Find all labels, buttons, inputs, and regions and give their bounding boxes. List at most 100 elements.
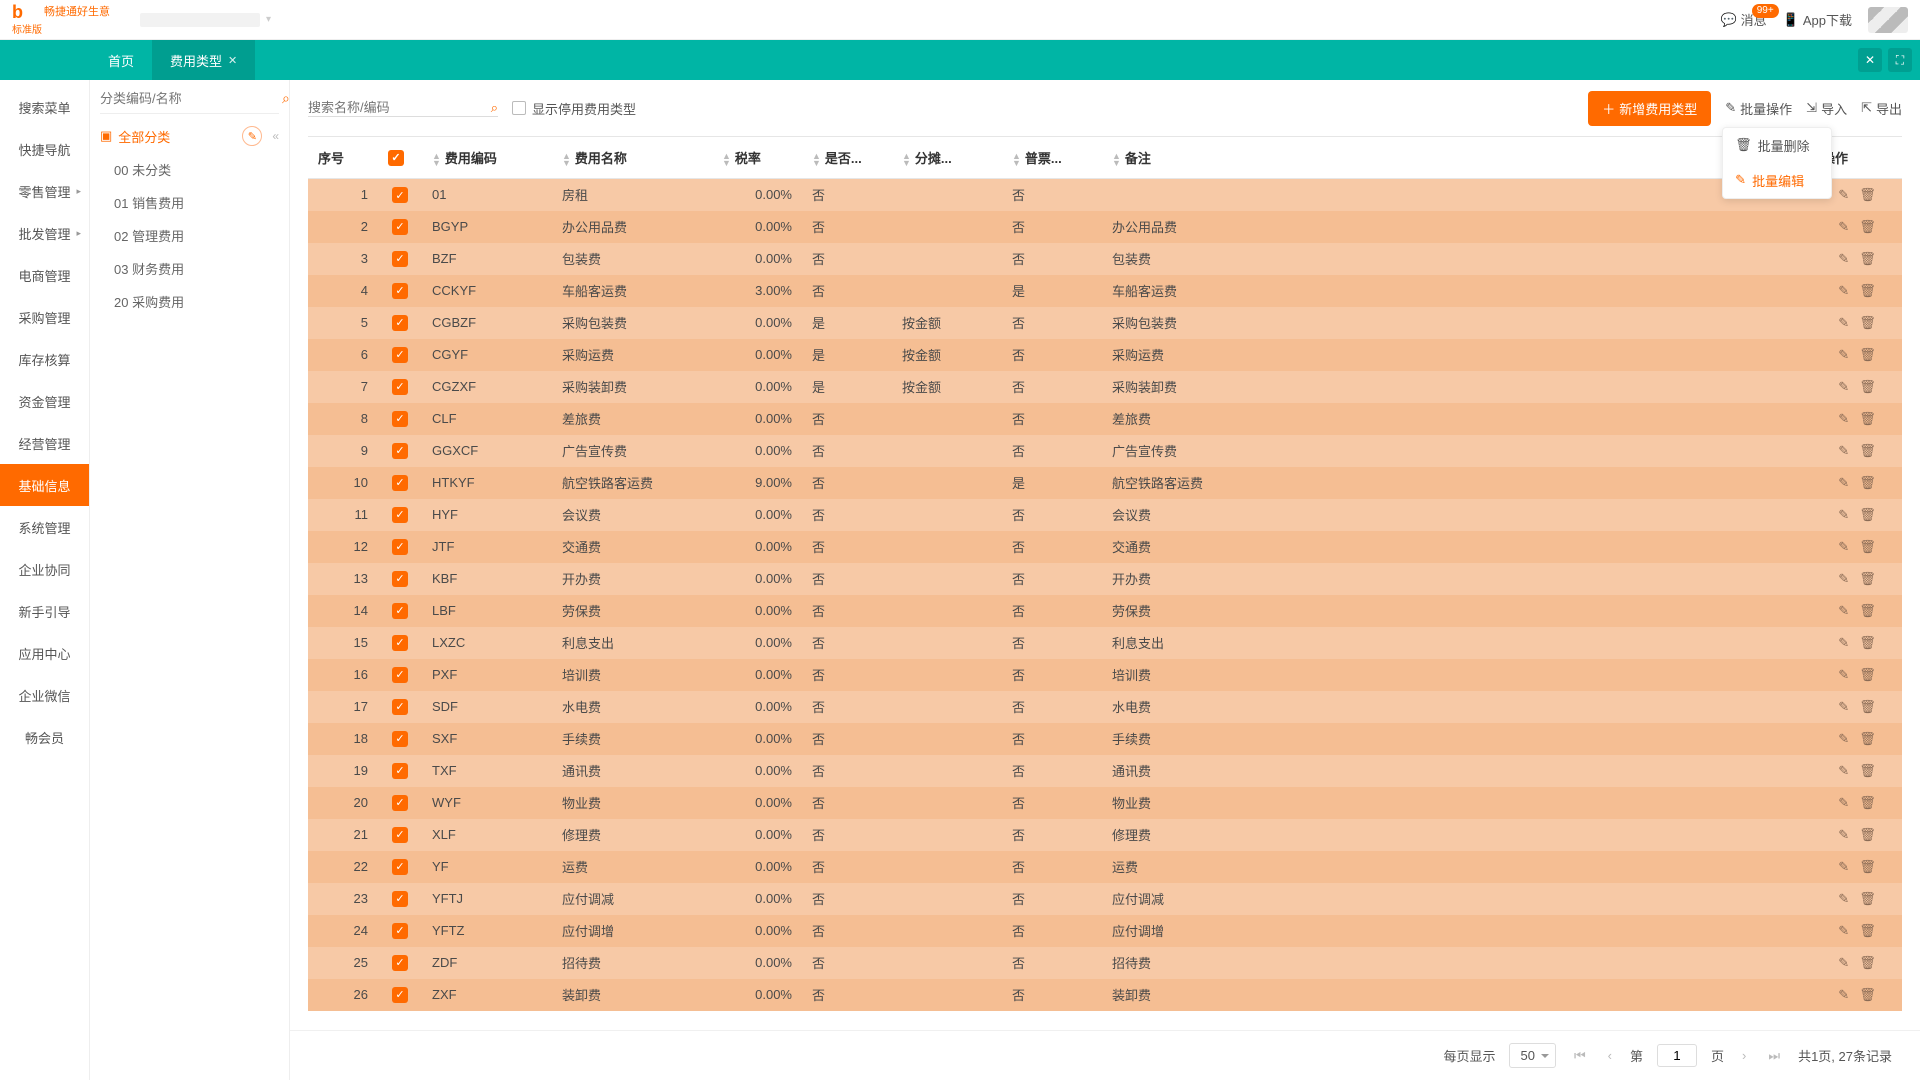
row-delete-button[interactable]: 🗑 bbox=[1859, 699, 1876, 715]
row-edit-button[interactable]: ✎ bbox=[1838, 667, 1849, 683]
category-search-input[interactable] bbox=[100, 91, 276, 106]
search-input[interactable] bbox=[308, 100, 485, 115]
row-edit-button[interactable]: ✎ bbox=[1838, 763, 1849, 779]
batch-actions-button[interactable]: ✎ 批量操作 bbox=[1725, 99, 1792, 118]
org-switcher[interactable]: ▾ bbox=[140, 13, 271, 27]
col-share[interactable]: ▲▼分摊... bbox=[892, 137, 1002, 179]
cell-checkbox[interactable]: ✓ bbox=[378, 531, 422, 563]
next-page-button[interactable]: › bbox=[1738, 1048, 1750, 1063]
row-edit-button[interactable]: ✎ bbox=[1838, 827, 1849, 843]
row-delete-button[interactable]: 🗑 bbox=[1859, 859, 1876, 875]
table-row[interactable]: 26✓ZXF装卸费0.00%否否装卸费✎🗑 bbox=[308, 979, 1902, 1011]
table-row[interactable]: 23✓YFTJ应付调减0.00%否否应付调减✎🗑 bbox=[308, 883, 1902, 915]
sidebar-item-10[interactable]: 系统管理 bbox=[0, 506, 89, 548]
table-row[interactable]: 14✓LBF劳保费0.00%否否劳保费✎🗑 bbox=[308, 595, 1902, 627]
sidebar-item-13[interactable]: 应用中心 bbox=[0, 632, 89, 674]
row-delete-button[interactable]: 🗑 bbox=[1859, 603, 1876, 619]
row-edit-button[interactable]: ✎ bbox=[1838, 315, 1849, 331]
row-delete-button[interactable]: 🗑 bbox=[1859, 763, 1876, 779]
cell-checkbox[interactable]: ✓ bbox=[378, 755, 422, 787]
table-row[interactable]: 7✓CGZXF采购装卸费0.00%是按金额否采购装卸费✎🗑 bbox=[308, 371, 1902, 403]
row-delete-button[interactable]: 🗑 bbox=[1859, 571, 1876, 587]
fullscreen-button[interactable]: ⛶ bbox=[1888, 48, 1912, 72]
table-row[interactable]: 25✓ZDF招待费0.00%否否招待费✎🗑 bbox=[308, 947, 1902, 979]
cell-checkbox[interactable]: ✓ bbox=[378, 435, 422, 467]
tab-expense-type[interactable]: 费用类型 ✕ bbox=[152, 40, 255, 80]
cell-checkbox[interactable]: ✓ bbox=[378, 915, 422, 947]
sidebar-item-3[interactable]: 批发管理▸ bbox=[0, 212, 89, 254]
row-delete-button[interactable]: 🗑 bbox=[1859, 187, 1876, 203]
table-row[interactable]: 17✓SDF水电费0.00%否否水电费✎🗑 bbox=[308, 691, 1902, 723]
category-item-4[interactable]: 20 采购费用 bbox=[110, 286, 279, 317]
close-icon[interactable]: ✕ bbox=[228, 54, 237, 67]
row-delete-button[interactable]: 🗑 bbox=[1859, 923, 1876, 939]
cell-checkbox[interactable]: ✓ bbox=[378, 691, 422, 723]
table-row[interactable]: 24✓YFTZ应付调增0.00%否否应付调增✎🗑 bbox=[308, 915, 1902, 947]
cell-checkbox[interactable]: ✓ bbox=[378, 307, 422, 339]
table-row[interactable]: 15✓LXZC利息支出0.00%否否利息支出✎🗑 bbox=[308, 627, 1902, 659]
row-delete-button[interactable]: 🗑 bbox=[1859, 539, 1876, 555]
row-delete-button[interactable]: 🗑 bbox=[1859, 635, 1876, 651]
category-all[interactable]: ▣ 全部分类 ✎ « bbox=[100, 126, 279, 146]
sidebar-item-1[interactable]: 快捷导航 bbox=[0, 128, 89, 170]
row-edit-button[interactable]: ✎ bbox=[1838, 187, 1849, 203]
last-page-button[interactable]: ⏭ bbox=[1764, 1048, 1784, 1064]
row-delete-button[interactable]: 🗑 bbox=[1859, 667, 1876, 683]
sidebar-item-5[interactable]: 采购管理 bbox=[0, 296, 89, 338]
row-edit-button[interactable]: ✎ bbox=[1838, 603, 1849, 619]
col-remark[interactable]: ▲▼备注 bbox=[1102, 137, 1812, 179]
category-item-3[interactable]: 03 财务费用 bbox=[110, 253, 279, 284]
user-avatar[interactable] bbox=[1868, 7, 1908, 33]
row-edit-button[interactable]: ✎ bbox=[1838, 539, 1849, 555]
messages-button[interactable]: 💬 消息 99+ bbox=[1720, 10, 1766, 29]
table-row[interactable]: 5✓CGBZF采购包装费0.00%是按金额否采购包装费✎🗑 bbox=[308, 307, 1902, 339]
cell-checkbox[interactable]: ✓ bbox=[378, 883, 422, 915]
sidebar-item-11[interactable]: 企业协同 bbox=[0, 548, 89, 590]
row-edit-button[interactable]: ✎ bbox=[1838, 635, 1849, 651]
row-delete-button[interactable]: 🗑 bbox=[1859, 219, 1876, 235]
tab-home[interactable]: 首页 bbox=[90, 40, 152, 80]
row-delete-button[interactable]: 🗑 bbox=[1859, 891, 1876, 907]
cell-checkbox[interactable]: ✓ bbox=[378, 371, 422, 403]
row-edit-button[interactable]: ✎ bbox=[1838, 379, 1849, 395]
table-row[interactable]: 11✓HYF会议费0.00%否否会议费✎🗑 bbox=[308, 499, 1902, 531]
row-delete-button[interactable]: 🗑 bbox=[1859, 443, 1876, 459]
table-row[interactable]: 1✓01房租0.00%否否✎🗑 bbox=[308, 179, 1902, 211]
table-row[interactable]: 10✓HTKYF航空铁路客运费9.00%否是航空铁路客运费✎🗑 bbox=[308, 467, 1902, 499]
cell-checkbox[interactable]: ✓ bbox=[378, 403, 422, 435]
sidebar-item-9[interactable]: 基础信息 bbox=[0, 464, 89, 506]
row-edit-button[interactable]: ✎ bbox=[1838, 987, 1849, 1003]
cell-checkbox[interactable]: ✓ bbox=[378, 723, 422, 755]
table-row[interactable]: 4✓CCKYF车船客运费3.00%否是车船客运费✎🗑 bbox=[308, 275, 1902, 307]
cell-checkbox[interactable]: ✓ bbox=[378, 947, 422, 979]
cell-checkbox[interactable]: ✓ bbox=[378, 275, 422, 307]
table-row[interactable]: 19✓TXF通讯费0.00%否否通讯费✎🗑 bbox=[308, 755, 1902, 787]
row-edit-button[interactable]: ✎ bbox=[1838, 571, 1849, 587]
row-delete-button[interactable]: 🗑 bbox=[1859, 827, 1876, 843]
row-delete-button[interactable]: 🗑 bbox=[1859, 347, 1876, 363]
batch-edit-item[interactable]: ✎ 批量编辑 bbox=[1723, 163, 1831, 198]
batch-delete-item[interactable]: 🗑 批量删除 bbox=[1723, 128, 1831, 163]
sidebar-item-6[interactable]: 库存核算 bbox=[0, 338, 89, 380]
row-delete-button[interactable]: 🗑 bbox=[1859, 795, 1876, 811]
sidebar-item-2[interactable]: 零售管理▸ bbox=[0, 170, 89, 212]
export-button[interactable]: ⇱ 导出 bbox=[1861, 99, 1902, 118]
search-icon[interactable]: ⌕ bbox=[491, 100, 498, 116]
row-edit-button[interactable]: ✎ bbox=[1838, 219, 1849, 235]
table-row[interactable]: 21✓XLF修理费0.00%否否修理费✎🗑 bbox=[308, 819, 1902, 851]
collapse-icon[interactable]: « bbox=[272, 129, 279, 143]
row-delete-button[interactable]: 🗑 bbox=[1859, 475, 1876, 491]
tab-close-all-button[interactable]: ✕ bbox=[1858, 48, 1882, 72]
cell-checkbox[interactable]: ✓ bbox=[378, 979, 422, 1011]
cell-checkbox[interactable]: ✓ bbox=[378, 819, 422, 851]
cell-checkbox[interactable]: ✓ bbox=[378, 563, 422, 595]
cell-checkbox[interactable]: ✓ bbox=[378, 179, 422, 211]
sidebar-item-0[interactable]: 搜索菜单 bbox=[0, 86, 89, 128]
row-edit-button[interactable]: ✎ bbox=[1838, 891, 1849, 907]
cell-checkbox[interactable]: ✓ bbox=[378, 243, 422, 275]
row-edit-button[interactable]: ✎ bbox=[1838, 443, 1849, 459]
sidebar-item-14[interactable]: 企业微信 bbox=[0, 674, 89, 716]
sidebar-item-7[interactable]: 资金管理 bbox=[0, 380, 89, 422]
cell-checkbox[interactable]: ✓ bbox=[378, 467, 422, 499]
col-code[interactable]: ▲▼费用编码 bbox=[422, 137, 552, 179]
